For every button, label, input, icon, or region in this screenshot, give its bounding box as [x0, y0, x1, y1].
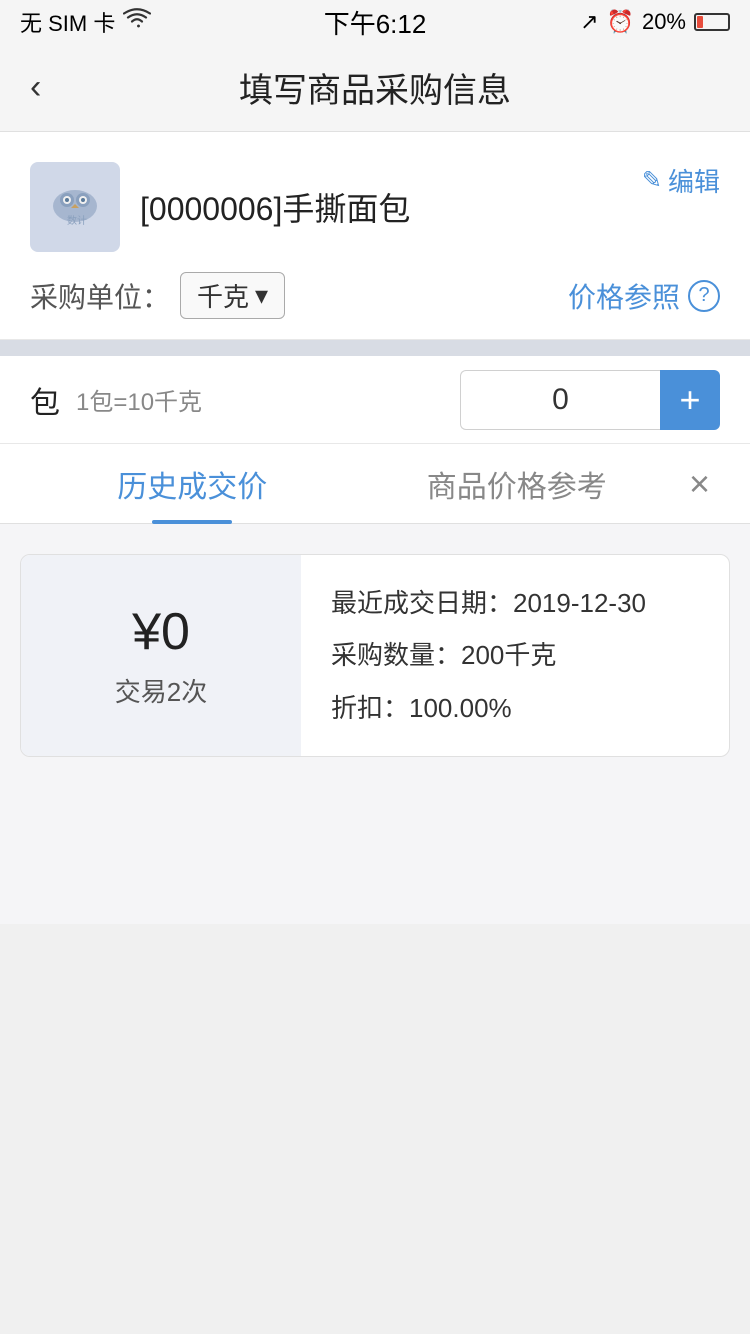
quantity-label-detail: 采购数量：	[331, 640, 461, 670]
history-discount-row: 折扣：100.00%	[331, 690, 699, 726]
price-ref-label: 价格参照	[568, 276, 680, 316]
unit-value: 千克	[197, 277, 249, 314]
quantity-row: 包 1包=10千克 0 +	[0, 356, 750, 444]
carrier-text: 无 SIM 卡	[20, 6, 115, 38]
edit-label: 编辑	[668, 162, 720, 199]
product-logo: 数计	[45, 178, 105, 236]
page-title: 填写商品采购信息	[239, 63, 511, 112]
status-left: 无 SIM 卡	[20, 6, 151, 38]
tab-history-label: 历史成交价	[117, 462, 267, 506]
history-left-panel: ¥0 交易2次	[21, 555, 301, 756]
history-price: ¥0	[132, 602, 190, 662]
unit-label-text: 采购单位：	[30, 276, 170, 316]
edit-button[interactable]: ✎ 编辑	[642, 162, 720, 199]
close-button[interactable]: ×	[679, 453, 720, 515]
tab-active-indicator	[152, 520, 232, 524]
plus-icon: +	[679, 379, 700, 421]
alarm-icon: ⏰	[607, 9, 634, 35]
tab-product-ref-label: 商品价格参考	[427, 462, 607, 506]
product-left: 数计 [0000006]手撕面包	[30, 162, 410, 252]
product-name: [0000006]手撕面包	[140, 184, 410, 230]
history-trades: 交易2次	[115, 672, 207, 709]
status-bar: 无 SIM 卡 下午6:12 ↗ ⏰ 20%	[0, 0, 750, 44]
edit-icon: ✎	[642, 166, 662, 195]
history-right-panel: 最近成交日期：2019-12-30 采购数量：200千克 折扣：100.00%	[301, 555, 729, 756]
battery-percent: 20%	[642, 9, 686, 35]
location-icon: ↗	[580, 9, 598, 35]
recent-date-label: 最近成交日期：	[331, 588, 513, 618]
status-time: 下午6:12	[324, 4, 427, 41]
svg-text:数计: 数计	[67, 214, 87, 227]
quantity-plus-button[interactable]: +	[660, 370, 720, 430]
discount-value: 100.00%	[409, 693, 512, 723]
battery-icon	[694, 13, 730, 31]
quantity-unit: 包	[30, 378, 60, 422]
quantity-label-group: 包 1包=10千克	[30, 378, 202, 422]
product-bottom-row: 采购单位： 千克 ▾ 价格参照 ?	[30, 272, 720, 319]
close-icon: ×	[689, 463, 710, 504]
history-quantity-row: 采购数量：200千克	[331, 637, 699, 673]
section-divider	[0, 340, 750, 356]
content-area: ¥0 交易2次 最近成交日期：2019-12-30 采购数量：200千克 折扣：…	[0, 524, 750, 924]
product-card: 数计 [0000006]手撕面包 ✎ 编辑 采购单位： 千克 ▾ 价格参照 ?	[0, 132, 750, 340]
unit-select[interactable]: 千克 ▾	[180, 272, 285, 319]
help-icon: ?	[688, 280, 720, 312]
history-card: ¥0 交易2次 最近成交日期：2019-12-30 采购数量：200千克 折扣：…	[20, 554, 730, 757]
dropdown-icon: ▾	[255, 280, 268, 311]
history-date-row: 最近成交日期：2019-12-30	[331, 585, 699, 621]
discount-label: 折扣：	[331, 693, 409, 723]
quantity-input[interactable]: 0	[460, 370, 660, 430]
recent-date-value: 2019-12-30	[513, 588, 646, 618]
status-right: ↗ ⏰ 20%	[580, 9, 730, 35]
tabs-container: 历史成交价 商品价格参考 ×	[0, 444, 750, 524]
unit-label-group: 采购单位： 千克 ▾	[30, 272, 285, 319]
product-thumbnail: 数计	[30, 162, 120, 252]
back-button[interactable]: ‹	[20, 58, 51, 117]
wifi-icon	[123, 8, 151, 36]
price-reference-button[interactable]: 价格参照 ?	[568, 276, 720, 316]
quantity-input-group: 0 +	[460, 370, 720, 430]
quantity-value-detail: 200千克	[461, 640, 556, 670]
tab-product-ref[interactable]: 商品价格参考	[354, 444, 678, 524]
quantity-conversion: 1包=10千克	[76, 382, 202, 417]
tab-history[interactable]: 历史成交价	[30, 444, 354, 524]
page-header: ‹ 填写商品采购信息	[0, 44, 750, 132]
product-top-row: 数计 [0000006]手撕面包 ✎ 编辑	[30, 162, 720, 252]
